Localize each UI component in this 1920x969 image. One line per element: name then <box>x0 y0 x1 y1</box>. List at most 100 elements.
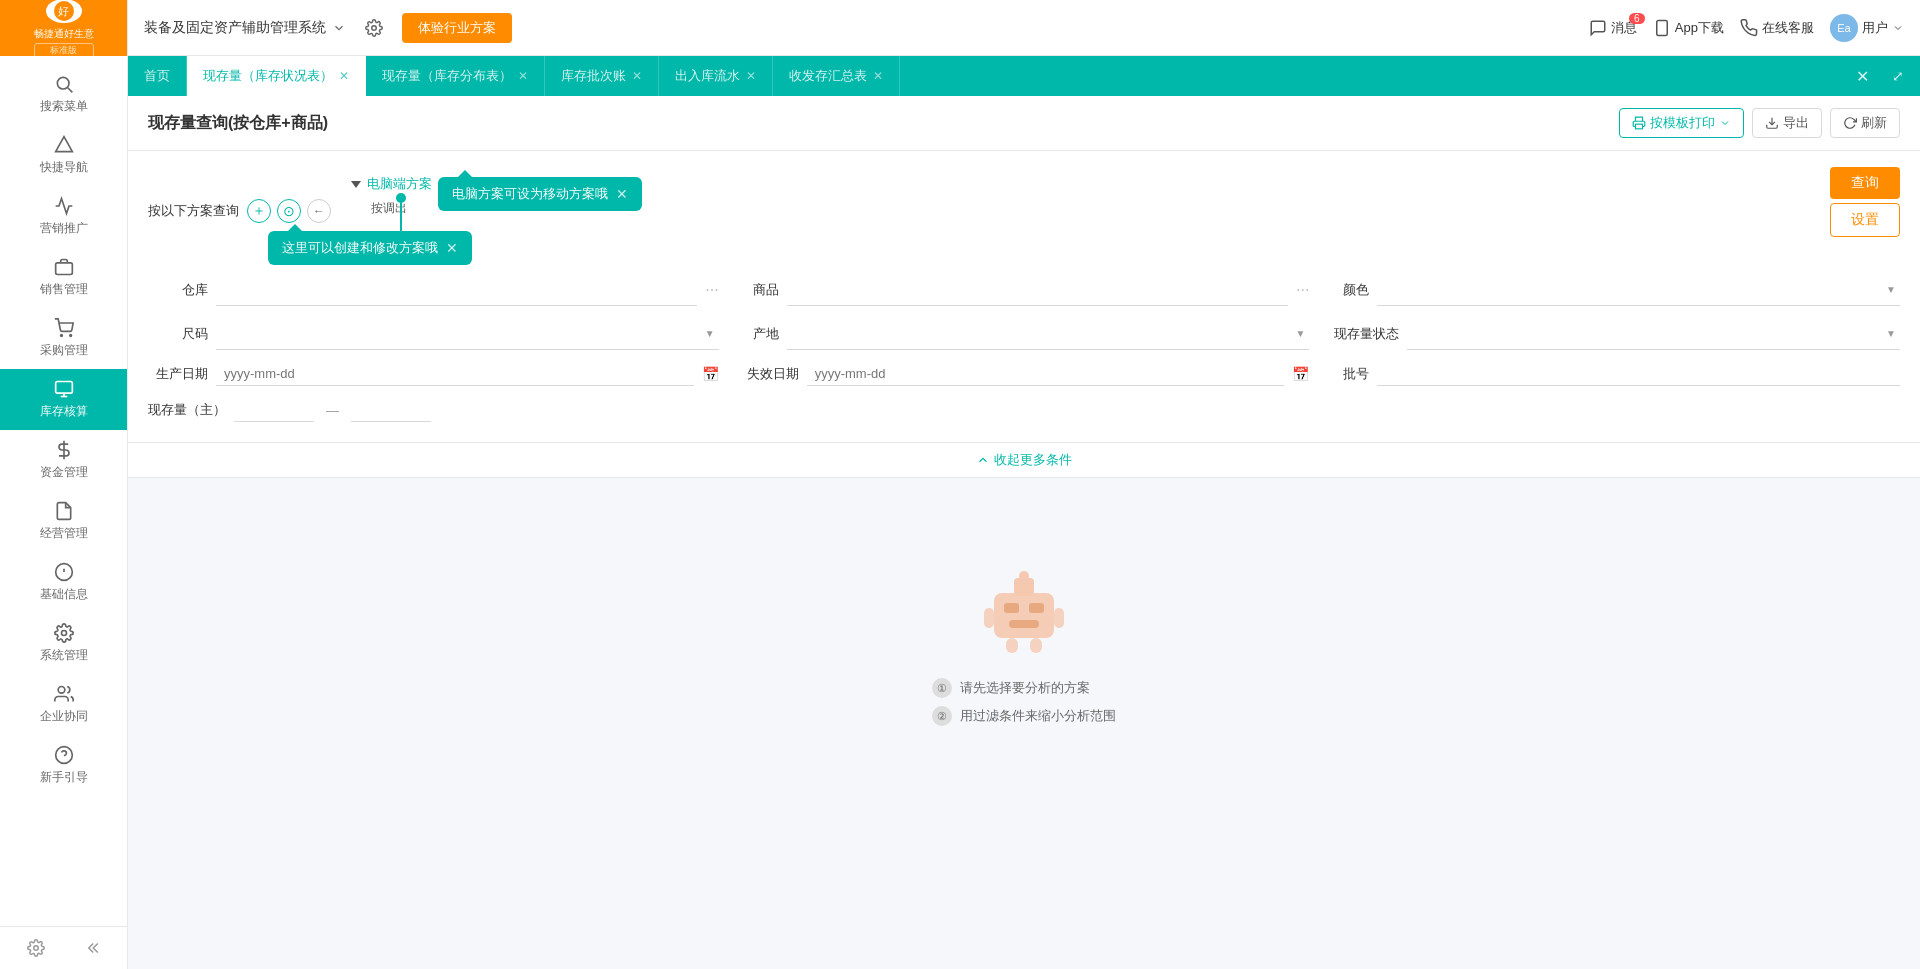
collapse-bar[interactable]: 收起更多条件 <box>128 443 1920 478</box>
sidebar-logo: 好 畅捷通好生意 标准版 <box>0 0 127 56</box>
scheme-desktop-sub: 按调出 <box>351 197 432 220</box>
user-menu-btn[interactable]: Ea 用户 <box>1830 14 1904 42</box>
sidebar-item-guide[interactable]: 新手引导 <box>0 735 127 796</box>
settings-icon[interactable] <box>27 939 45 957</box>
prod-date-input[interactable] <box>216 362 694 386</box>
warehouse-label: 仓库 <box>148 281 208 299</box>
goods-input[interactable] <box>791 278 1284 301</box>
tab-inventory-status[interactable]: 现存量（库存状况表） ✕ <box>187 56 366 96</box>
filter-row-2: 尺码 ▼ 产地 ▼ <box>148 318 1900 350</box>
filter-section: 按以下方案查询 ＋ ⊙ ← 电脑端方案 按调出 <box>128 151 1920 443</box>
collapse-sidebar-icon[interactable] <box>82 939 100 957</box>
sidebar-item-enterprise[interactable]: 企业协同 <box>0 674 127 735</box>
tab-batch-ledger[interactable]: 库存批次账 ✕ <box>545 56 659 96</box>
tab-home[interactable]: 首页 <box>128 56 187 96</box>
arrow-scheme-btn[interactable]: ← <box>307 199 331 223</box>
tab-inventory-distribution[interactable]: 现存量（库存分布表） ✕ <box>366 56 545 96</box>
tab-close-stock-flow[interactable]: ✕ <box>746 69 756 83</box>
prod-date-calendar-icon[interactable]: 📅 <box>702 366 719 382</box>
tab-close-batch-ledger[interactable]: ✕ <box>632 69 642 83</box>
svg-point-20 <box>372 25 377 30</box>
logo-text: 畅捷通好生意 标准版 <box>34 25 94 58</box>
scheme-popover: 电脑方案可设为移动方案哦 ✕ <box>438 177 642 211</box>
sidebar-bottom <box>0 926 127 969</box>
copy-scheme-btn[interactable]: ⊙ <box>277 199 301 223</box>
tab-close-all[interactable]: ✕ <box>1848 62 1876 90</box>
step-2-text: 用过滤条件来缩小分析范围 <box>960 707 1116 725</box>
sidebar-item-search[interactable]: 搜索菜单 <box>0 64 127 125</box>
filter-stock-main: 现存量（主） — <box>148 398 719 422</box>
online-support-btn[interactable]: 在线客服 <box>1740 19 1814 37</box>
add-scheme-btn[interactable]: ＋ <box>247 199 271 223</box>
search-btn-area: 查询 设置 <box>1830 167 1900 237</box>
color-select[interactable] <box>1381 278 1896 301</box>
svg-line-3 <box>67 88 72 93</box>
stock-status-select[interactable] <box>1411 322 1896 345</box>
sidebar-item-marketing[interactable]: 营销推广 <box>0 186 127 247</box>
tab-fullscreen[interactable]: ⤢ <box>1884 62 1912 90</box>
sidebar-item-inventory[interactable]: 库存核算 <box>0 369 127 430</box>
logo-icon: 好 <box>46 0 82 23</box>
sidebar-item-sales[interactable]: 销售管理 <box>0 247 127 308</box>
tab-summary[interactable]: 收发存汇总表 ✕ <box>773 56 900 96</box>
scheme-desktop[interactable]: 电脑端方案 <box>351 171 432 197</box>
tab-close-inventory-distribution[interactable]: ✕ <box>518 69 528 83</box>
batch-input[interactable] <box>1377 362 1900 386</box>
app-download-btn[interactable]: App下载 <box>1653 19 1724 37</box>
sidebar-item-operations[interactable]: 经营管理 <box>0 491 127 552</box>
header-right: 6 消息 App下载 在线客服 Ea 用户 <box>1589 14 1904 42</box>
svg-point-7 <box>69 335 71 337</box>
stock-status-field-wrapper: ▼ <box>1407 318 1900 350</box>
svg-rect-26 <box>1004 603 1019 613</box>
notification-badge: 6 <box>1629 13 1645 24</box>
svg-rect-34 <box>1030 638 1042 653</box>
range-separator: — <box>322 403 343 418</box>
search-btn[interactable]: 查询 <box>1830 167 1900 199</box>
tab-close-summary[interactable]: ✕ <box>873 69 883 83</box>
template-dropdown-icon <box>1719 117 1731 129</box>
sidebar-item-purchase[interactable]: 采购管理 <box>0 308 127 369</box>
tabs-bar: 首页 现存量（库存状况表） ✕ 现存量（库存分布表） ✕ 库存批次账 ✕ 出入库… <box>128 56 1920 96</box>
expiry-date-calendar-icon[interactable]: 📅 <box>1292 366 1309 382</box>
sidebar-item-system[interactable]: 系统管理 <box>0 613 127 674</box>
trial-btn[interactable]: 体验行业方案 <box>402 13 512 43</box>
system-selector[interactable]: 装备及固定资产辅助管理系统 <box>144 19 346 37</box>
filter-size: 尺码 ▼ <box>148 318 719 350</box>
svg-marker-4 <box>55 137 72 152</box>
origin-select[interactable] <box>791 322 1306 345</box>
edit-popover-close[interactable]: ✕ <box>446 240 458 256</box>
tab-stock-flow[interactable]: 出入库流水 ✕ <box>659 56 773 96</box>
filter-expiry-date: 失效日期 📅 <box>739 362 1310 386</box>
messages-btn[interactable]: 6 消息 <box>1589 19 1637 37</box>
batch-label: 批号 <box>1329 365 1369 383</box>
svg-rect-8 <box>55 382 72 394</box>
stock-status-label: 现存量状态 <box>1329 325 1399 343</box>
stock-main-input-from[interactable] <box>234 398 314 422</box>
expiry-date-input[interactable] <box>807 362 1285 386</box>
sidebar-item-navigation[interactable]: 快捷导航 <box>0 125 127 186</box>
reset-btn[interactable]: 设置 <box>1830 203 1900 237</box>
edit-popover: 这里可以创建和修改方案哦 ✕ <box>268 231 472 265</box>
goods-dots[interactable]: ··· <box>1296 281 1309 299</box>
sidebar-item-basics[interactable]: 基础信息 <box>0 552 127 613</box>
sidebar-item-finance[interactable]: 资金管理 <box>0 430 127 491</box>
scheme-popover-close[interactable]: ✕ <box>616 186 628 202</box>
origin-field-wrapper: ▼ <box>787 318 1310 350</box>
warehouse-input[interactable] <box>220 278 693 301</box>
system-dropdown-icon <box>332 21 346 35</box>
warehouse-dots[interactable]: ··· <box>705 281 718 299</box>
template-print-btn[interactable]: 按模板打印 <box>1619 108 1744 138</box>
dot-indicator <box>396 193 406 203</box>
settings-btn[interactable] <box>358 12 390 44</box>
stock-main-input-to[interactable] <box>351 398 431 422</box>
size-select[interactable] <box>220 322 715 345</box>
filter-warehouse: 仓库 ··· <box>148 274 719 306</box>
tab-close-inventory-status[interactable]: ✕ <box>339 69 349 83</box>
main-area: 装备及固定资产辅助管理系统 体验行业方案 6 消息 App下载 在线客服 <box>128 0 1920 969</box>
size-field-wrapper: ▼ <box>216 318 719 350</box>
svg-point-2 <box>57 77 69 89</box>
tabs-controls: ✕ ⤢ <box>1848 62 1920 90</box>
collapse-icon <box>976 453 990 467</box>
export-btn[interactable]: 导出 <box>1752 108 1822 138</box>
refresh-btn[interactable]: 刷新 <box>1830 108 1900 138</box>
